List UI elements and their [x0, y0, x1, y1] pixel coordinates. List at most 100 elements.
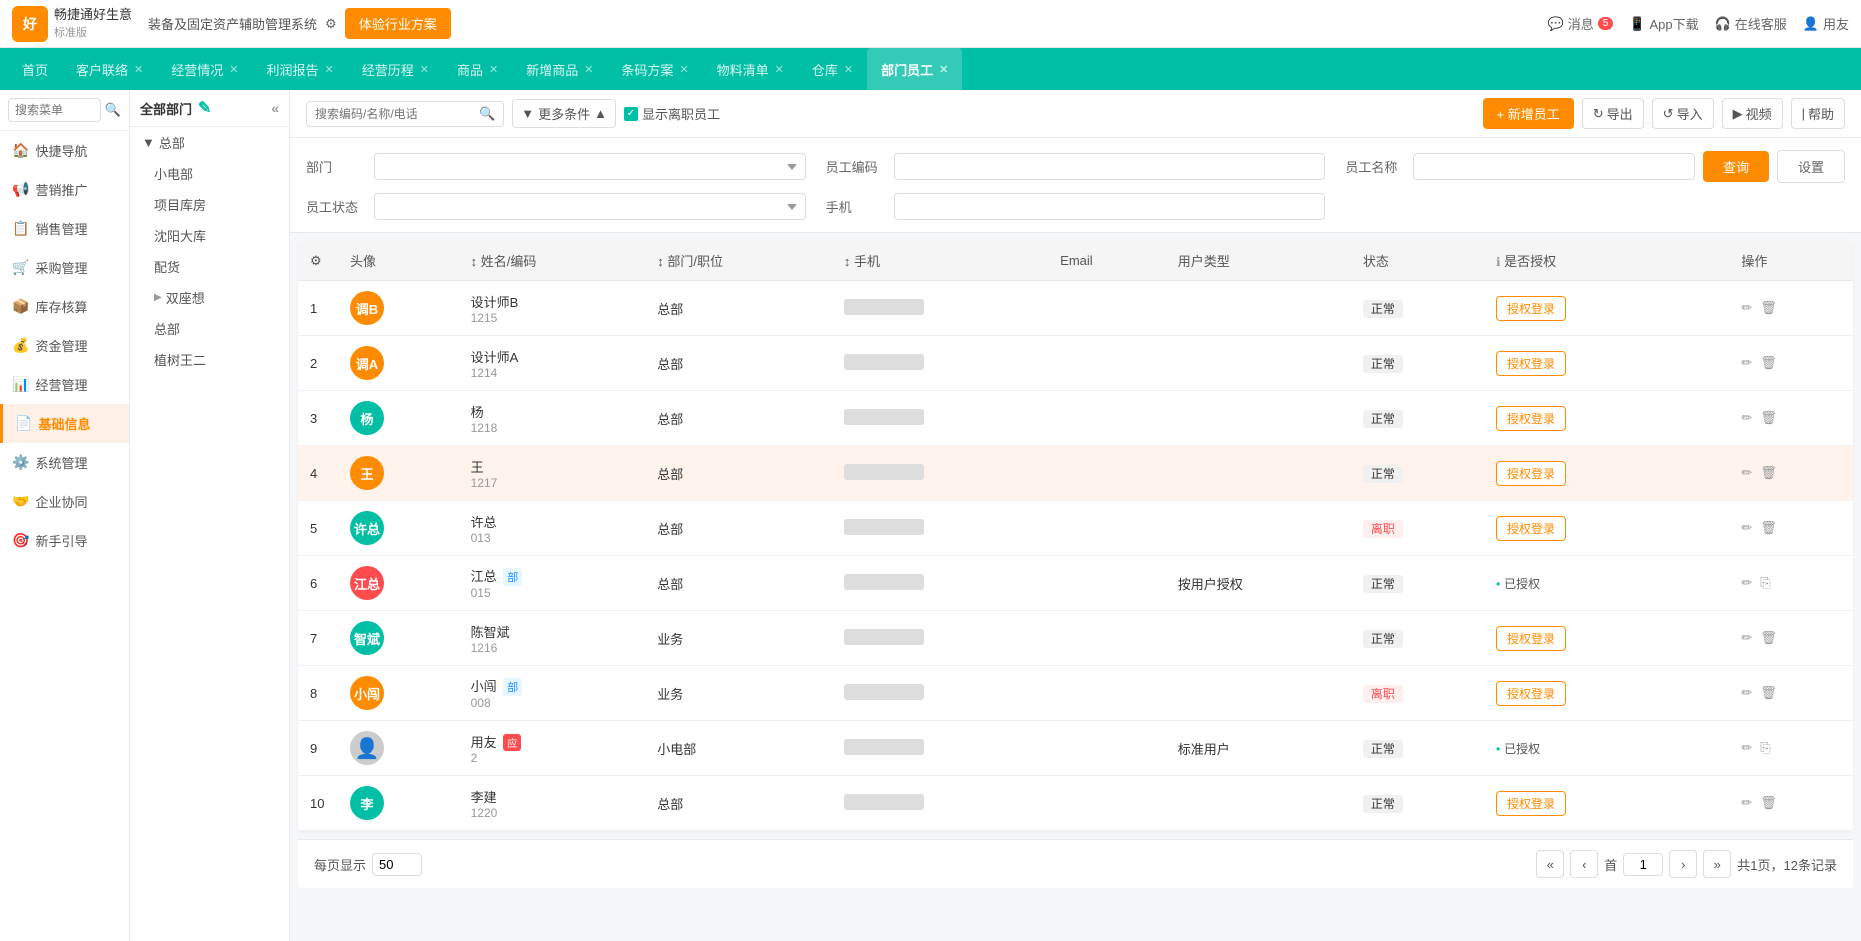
- sidebar-item-basic[interactable]: 📄 基础信息: [0, 404, 129, 443]
- auth-login-button[interactable]: 授权登录: [1496, 296, 1566, 321]
- tab-bom[interactable]: 物料清单 ✕: [703, 48, 798, 90]
- auth-login-button[interactable]: 授权登录: [1496, 791, 1566, 816]
- close-icon[interactable]: ✕: [325, 63, 334, 76]
- sidebar-item-business[interactable]: 📊 经营管理: [0, 365, 129, 404]
- next-page-button[interactable]: ›: [1669, 850, 1697, 878]
- auth-login-button[interactable]: 授权登录: [1496, 626, 1566, 651]
- edit-icon[interactable]: ✏: [1741, 685, 1752, 701]
- delete-icon[interactable]: 🗑: [1760, 410, 1777, 426]
- edit-dept-icon[interactable]: ✎: [198, 98, 211, 118]
- copy-icon[interactable]: ⎘: [1760, 740, 1770, 756]
- dept-item-planting[interactable]: 植树王二: [130, 344, 289, 375]
- tab-history[interactable]: 经营历程 ✕: [348, 48, 443, 90]
- edit-icon[interactable]: ✏: [1741, 410, 1752, 426]
- close-icon[interactable]: ✕: [584, 63, 593, 76]
- tab-home[interactable]: 首页: [8, 48, 62, 90]
- app-download-btn[interactable]: 📱 App下载: [1629, 14, 1698, 33]
- delete-icon[interactable]: 🗑: [1760, 630, 1777, 646]
- close-icon[interactable]: ✕: [134, 63, 143, 76]
- tab-barcode[interactable]: 条码方案 ✕: [607, 48, 702, 90]
- sidebar-item-system[interactable]: ⚙️ 系统管理: [0, 443, 129, 482]
- close-icon[interactable]: ✕: [489, 63, 498, 76]
- search-input[interactable]: [315, 107, 475, 121]
- sidebar-item-guide[interactable]: 🎯 新手引导: [0, 521, 129, 560]
- emp-status-select[interactable]: [374, 193, 806, 220]
- delete-icon[interactable]: 🗑: [1760, 300, 1777, 316]
- th-name[interactable]: ↕ 姓名/编码: [459, 241, 646, 281]
- auth-login-button[interactable]: 授权登录: [1496, 516, 1566, 541]
- import-button[interactable]: ↺ 导入: [1652, 98, 1714, 129]
- delete-icon[interactable]: 🗑: [1760, 795, 1777, 811]
- tab-department[interactable]: 部门员工 ✕: [867, 48, 962, 90]
- close-icon[interactable]: ✕: [229, 63, 238, 76]
- trial-button[interactable]: 体验行业方案: [345, 8, 451, 39]
- close-icon[interactable]: ✕: [844, 63, 853, 76]
- auth-login-button[interactable]: 授权登录: [1496, 351, 1566, 376]
- view-button[interactable]: ▶ 视频: [1722, 98, 1783, 129]
- edit-icon[interactable]: ✏: [1741, 465, 1752, 481]
- th-dept[interactable]: ↕ 部门/职位: [645, 241, 832, 281]
- per-page-select[interactable]: 50 20 100: [372, 853, 422, 876]
- auth-login-button[interactable]: 授权登录: [1496, 406, 1566, 431]
- tab-operations[interactable]: 经营情况 ✕: [157, 48, 252, 90]
- prev-page-button[interactable]: ‹: [1570, 850, 1598, 878]
- edit-icon[interactable]: ✏: [1741, 795, 1752, 811]
- close-icon[interactable]: ✕: [775, 63, 784, 76]
- settings-icon[interactable]: ⚙: [310, 253, 322, 268]
- dept-item-headquarters[interactable]: ▼ 总部: [130, 127, 289, 158]
- sidebar-item-sales[interactable]: 📋 销售管理: [0, 209, 129, 248]
- close-icon[interactable]: ✕: [420, 63, 429, 76]
- auth-login-button[interactable]: 授权登录: [1496, 681, 1566, 706]
- auth-login-button[interactable]: 授权登录: [1496, 461, 1566, 486]
- sidebar-item-finance[interactable]: 💰 资金管理: [0, 326, 129, 365]
- tab-customer[interactable]: 客户联络 ✕: [62, 48, 157, 90]
- dept-item-shuangzuo[interactable]: ▶ 双座想: [130, 282, 289, 313]
- user-avatar[interactable]: 👤 用友: [1803, 14, 1849, 33]
- dept-item-small-elec[interactable]: 小电部: [130, 158, 289, 189]
- message-btn[interactable]: 💬 消息 5: [1548, 14, 1614, 33]
- delete-icon[interactable]: 🗑: [1760, 465, 1777, 481]
- copy-icon[interactable]: ⎘: [1760, 575, 1770, 591]
- phone-input[interactable]: [894, 193, 1326, 220]
- edit-icon[interactable]: ✏: [1741, 355, 1752, 371]
- dept-item-distribution[interactable]: 配货: [130, 251, 289, 282]
- edit-icon[interactable]: ✏: [1741, 630, 1752, 646]
- tab-add-goods[interactable]: 新增商品 ✕: [512, 48, 607, 90]
- reset-button[interactable]: 设置: [1777, 150, 1845, 183]
- th-gear[interactable]: ⚙: [298, 241, 338, 281]
- first-page-button[interactable]: «: [1536, 850, 1564, 878]
- edit-icon[interactable]: ✏: [1741, 740, 1752, 756]
- sidebar-item-purchase[interactable]: 🛒 采购管理: [0, 248, 129, 287]
- sidebar-item-marketing[interactable]: 📢 营销推广: [0, 170, 129, 209]
- last-page-button[interactable]: »: [1703, 850, 1731, 878]
- delete-icon[interactable]: 🗑: [1760, 520, 1777, 536]
- dept-item-hq2[interactable]: 总部: [130, 313, 289, 344]
- export-button[interactable]: ↻ 导出: [1582, 98, 1644, 129]
- query-button[interactable]: 查询: [1703, 151, 1769, 182]
- more-filter-btn[interactable]: ▼ 更多条件 ▲: [512, 99, 616, 128]
- sidebar-item-collab[interactable]: 🤝 企业协同: [0, 482, 129, 521]
- sidebar-item-quicknav[interactable]: 🏠 快捷导航: [0, 131, 129, 170]
- show-resigned-toggle[interactable]: ✓ 显示离职员工: [624, 104, 720, 123]
- delete-icon[interactable]: 🗑: [1760, 685, 1777, 701]
- sidebar-search-icon[interactable]: 🔍: [105, 102, 121, 118]
- dept-filter-select[interactable]: [374, 153, 806, 180]
- close-icon[interactable]: ✕: [939, 63, 948, 76]
- tab-goods[interactable]: 商品 ✕: [443, 48, 512, 90]
- delete-icon[interactable]: 🗑: [1760, 355, 1777, 371]
- sidebar-search-input[interactable]: [8, 98, 101, 122]
- tab-profit[interactable]: 利润报告 ✕: [252, 48, 347, 90]
- sidebar-item-inventory[interactable]: 📦 库存核算: [0, 287, 129, 326]
- online-service-btn[interactable]: 🎧 在线客服: [1715, 14, 1787, 33]
- dept-item-project[interactable]: 项目库房: [130, 189, 289, 220]
- edit-icon[interactable]: ✏: [1741, 575, 1752, 591]
- add-employee-button[interactable]: + 新增员工: [1483, 98, 1574, 129]
- emp-code-input[interactable]: [894, 153, 1326, 180]
- tab-warehouse[interactable]: 仓库 ✕: [798, 48, 867, 90]
- edit-icon[interactable]: ✏: [1741, 300, 1752, 316]
- edit-icon[interactable]: ✏: [1741, 520, 1752, 536]
- emp-name-input[interactable]: [1413, 153, 1695, 180]
- page-number-input[interactable]: [1623, 853, 1663, 876]
- dept-item-shenyang[interactable]: 沈阳大库: [130, 220, 289, 251]
- close-icon[interactable]: ✕: [679, 63, 688, 76]
